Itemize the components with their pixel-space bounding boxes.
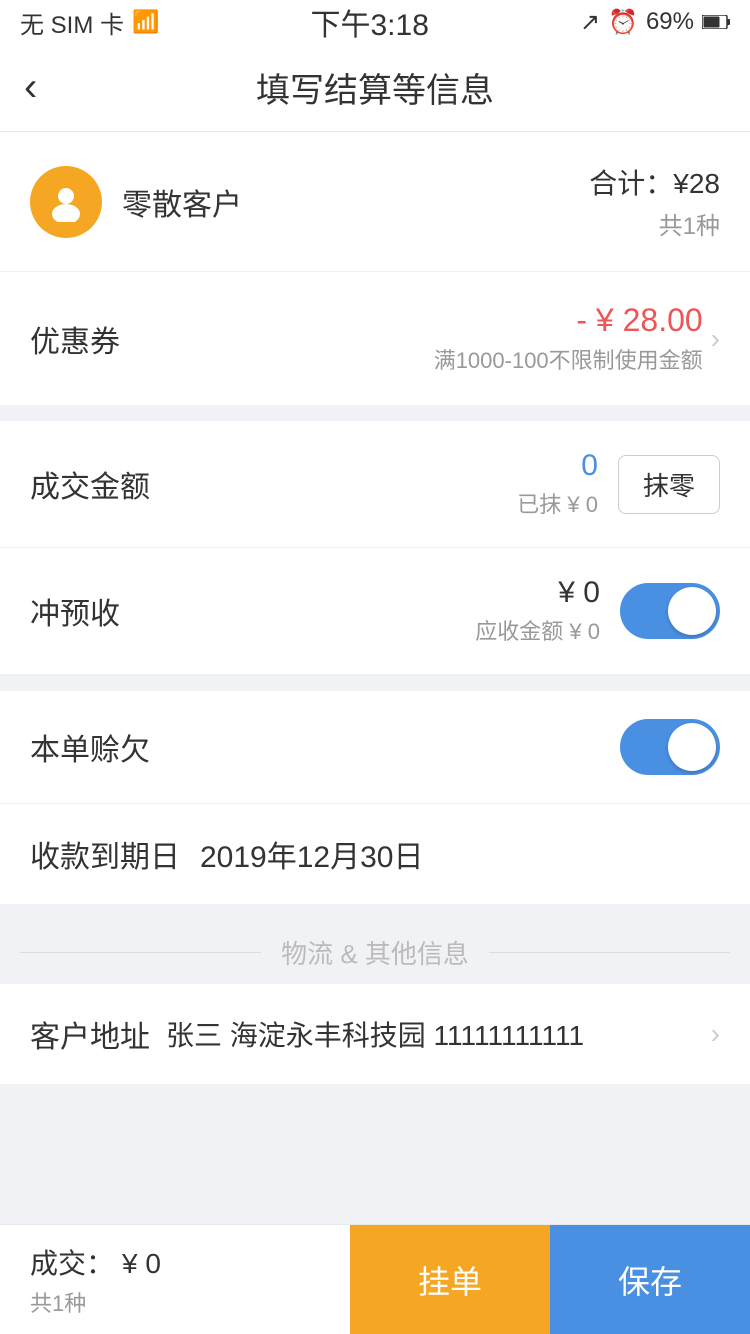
debt-right [620,719,720,775]
bottom-deal-label: 成交： [30,1242,114,1282]
customer-count: 共1种 [589,206,720,241]
debt-toggle-thumb [668,723,716,771]
status-bar: 无 SIM 卡 📶 下午3:18 ↗ ⏰ 69% [0,0,750,44]
content-area: 零散客户 合计：¥28 共1种 优惠券 - ¥ 28.00 满1000-100不… [0,132,750,1220]
coupon-right: - ¥ 28.00 满1000-100不限制使用金额 › [434,302,720,375]
divider-line-left [20,952,261,953]
battery-icon [702,8,730,36]
debt-row: 本单赊欠 [0,691,750,804]
customer-section: 零散客户 合计：¥28 共1种 优惠券 - ¥ 28.00 满1000-100不… [0,132,750,405]
round-zero-button[interactable]: 抹零 [618,455,720,514]
address-section: 客户地址 张三 海淀永丰科技园 11111111111 › [0,984,750,1084]
status-bar-time: 下午3:18 [310,0,428,44]
bottom-deal-row: 成交： ¥ 0 [30,1242,350,1282]
deadline-label: 收款到期日 [30,832,180,876]
debt-section: 本单赊欠 收款到期日 2019年12月30日 [0,691,750,904]
bottom-count: 共1种 [30,1286,350,1318]
customer-total: 合计：¥28 [589,162,720,202]
save-button[interactable]: 保存 [550,1225,750,1334]
deal-amount-group: 0 已抹 ¥ 0 [517,449,598,519]
customer-left: 零散客户 [30,166,242,238]
prepayment-right: ¥ 0 应收金额 ¥ 0 [475,576,720,646]
deadline-value: 2019年12月30日 [200,832,423,876]
prepayment-label: 冲预收 [30,589,120,633]
battery-percent: 69% [646,8,694,36]
section-divider: 物流 & 其他信息 [0,920,750,984]
prepayment-toggle[interactable] [620,583,720,639]
debt-toggle[interactable] [620,719,720,775]
deal-section: 成交金额 0 已抹 ¥ 0 抹零 冲预收 ¥ 0 应收金额 ¥ 0 [0,421,750,675]
back-button[interactable]: ‹ [24,65,37,110]
deal-amount-label: 成交金额 [30,462,150,506]
coupon-label: 优惠券 [30,317,120,361]
alarm-icon: ⏰ [608,8,638,37]
deal-amount-value: 0 [517,449,598,483]
bottom-deal-amount: ¥ 0 [122,1248,161,1280]
divider-line-right [489,952,730,953]
bottom-bar: 成交： ¥ 0 共1种 挂单 保存 [0,1224,750,1334]
wifi-icon: 📶 [132,9,159,35]
prepayment-row: 冲预收 ¥ 0 应收金额 ¥ 0 [0,548,750,675]
address-label: 客户地址 [30,1012,150,1056]
prepayment-value: ¥ 0 [475,576,600,610]
address-row[interactable]: 客户地址 张三 海淀永丰科技园 11111111111 › [0,984,750,1084]
debt-toggle-track [620,719,720,775]
prepayment-group: ¥ 0 应收金额 ¥ 0 [475,576,600,646]
no-sim-text: 无 SIM 卡 [20,5,124,40]
status-bar-right: ↗ ⏰ 69% [580,8,730,37]
deal-amount-sub: 已抹 ¥ 0 [517,487,598,519]
bottom-info: 成交： ¥ 0 共1种 [0,1242,350,1318]
coupon-desc: 满1000-100不限制使用金额 [434,343,703,375]
prepayment-toggle-track [620,583,720,639]
customer-name: 零散客户 [122,180,242,224]
customer-avatar [30,166,102,238]
address-chevron-icon: › [711,1018,720,1050]
deal-amount-right: 0 已抹 ¥ 0 抹零 [517,449,720,519]
address-value: 张三 海淀永丰科技园 11111111111 [166,1014,711,1054]
prepayment-sub: 应收金额 ¥ 0 [475,614,600,646]
status-bar-left: 无 SIM 卡 📶 [20,5,159,40]
section-divider-text: 物流 & 其他信息 [281,934,469,971]
coupon-row[interactable]: 优惠券 - ¥ 28.00 满1000-100不限制使用金额 › [0,271,750,405]
customer-row: 零散客户 合计：¥28 共1种 [0,132,750,271]
debt-label: 本单赊欠 [30,725,150,769]
deadline-row: 收款到期日 2019年12月30日 [0,804,750,904]
chevron-right-icon: › [711,323,720,355]
nav-title: 填写结算等信息 [256,63,494,112]
customer-right: 合计：¥28 共1种 [589,162,720,241]
hang-button[interactable]: 挂单 [350,1225,550,1334]
deal-amount-row: 成交金额 0 已抹 ¥ 0 抹零 [0,421,750,548]
nav-bar: ‹ 填写结算等信息 [0,44,750,132]
coupon-amount: - ¥ 28.00 [434,302,703,339]
prepayment-toggle-thumb [668,587,716,635]
coupon-right-group: - ¥ 28.00 满1000-100不限制使用金额 [434,302,703,375]
location-icon: ↗ [580,8,600,37]
